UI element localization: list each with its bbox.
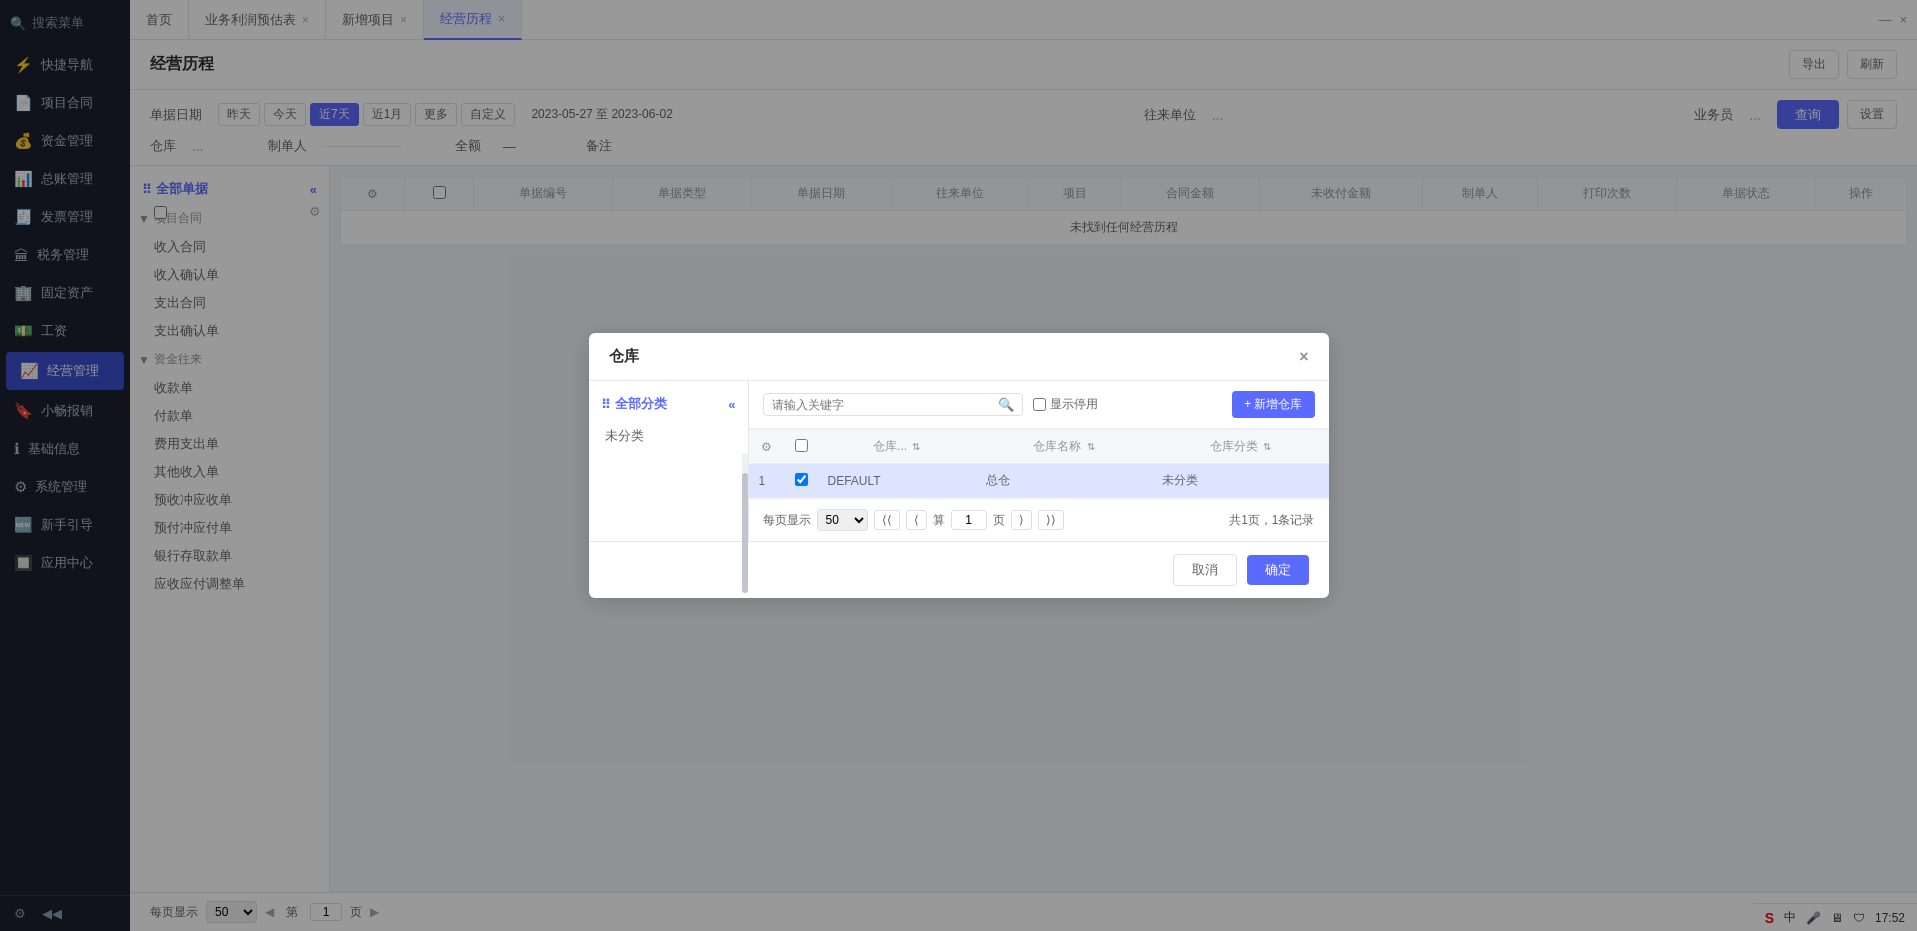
show-disabled-label: 显示停用 bbox=[1033, 396, 1098, 413]
row-category: 未分类 bbox=[1152, 464, 1328, 498]
confirm-button[interactable]: 确定 bbox=[1247, 555, 1309, 585]
modal-left-panel: ⠿ 全部分类 « 未分类 bbox=[589, 381, 749, 541]
modal-select-all[interactable] bbox=[795, 439, 808, 452]
modal-per-page-select[interactable]: 50 100 bbox=[817, 509, 868, 531]
modal-left-scrollbar-track[interactable] bbox=[742, 453, 748, 533]
modal-page-number-label: 算 bbox=[933, 512, 945, 529]
modal-pagination-summary: 共1页，1条记录 bbox=[1229, 512, 1314, 529]
modal-search-input[interactable] bbox=[772, 398, 998, 412]
modal-col-name[interactable]: 仓库名称 ⇅ bbox=[976, 430, 1152, 464]
modal-right-panel: 🔍 显示停用 + 新增仓库 ⚙ bbox=[749, 381, 1329, 541]
show-disabled-checkbox[interactable] bbox=[1033, 398, 1046, 411]
row-checkbox[interactable] bbox=[795, 473, 808, 486]
sort-category-icon: ⇅ bbox=[1263, 441, 1271, 452]
row-checkbox-cell bbox=[785, 464, 818, 498]
modal-footer: 取消 确定 bbox=[589, 541, 1329, 598]
modal-prev-page-btn[interactable]: ⟨ bbox=[906, 510, 927, 530]
sort-name-icon: ⇅ bbox=[1087, 441, 1095, 452]
modal-table: ⚙ 仓库... ⇅ 仓库名称 ⇅ bbox=[749, 429, 1329, 498]
warehouse-modal: 仓库 × ⠿ 全部分类 « 未分类 bbox=[589, 333, 1329, 598]
show-disabled-text: 显示停用 bbox=[1050, 396, 1098, 413]
modal-overlay: 仓库 × ⠿ 全部分类 « 未分类 bbox=[0, 0, 1917, 931]
row-name: 总仓 bbox=[976, 464, 1152, 498]
modal-left-collapse-icon[interactable]: « bbox=[728, 397, 735, 412]
modal-header: 仓库 × bbox=[589, 333, 1329, 381]
modal-first-page-btn[interactable]: ⟨⟨ bbox=[874, 510, 900, 530]
modal-page-input[interactable] bbox=[951, 510, 987, 530]
modal-category-label: 未分类 bbox=[605, 428, 644, 443]
modal-pagination: 每页显示 50 100 ⟨⟨ ⟨ 算 页 ⟩ ⟩⟩ 共1页，1条记录 bbox=[749, 498, 1329, 541]
sort-code-icon: ⇅ bbox=[912, 441, 920, 452]
row-code: DEFAULT bbox=[818, 464, 976, 498]
modal-per-page-label: 每页显示 bbox=[763, 512, 811, 529]
modal-page-label: 页 bbox=[993, 512, 1005, 529]
modal-col-checkbox bbox=[785, 430, 818, 464]
modal-search-wrap: 🔍 bbox=[763, 393, 1023, 416]
modal-next-page-btn[interactable]: ⟩ bbox=[1011, 510, 1032, 530]
modal-col-code[interactable]: 仓库... ⇅ bbox=[818, 430, 976, 464]
modal-last-page-btn[interactable]: ⟩⟩ bbox=[1038, 510, 1064, 530]
row-index: 1 bbox=[749, 464, 785, 498]
modal-left-title: 全部分类 bbox=[615, 395, 667, 413]
modal-title: 仓库 bbox=[609, 347, 639, 366]
cancel-button[interactable]: 取消 bbox=[1173, 554, 1237, 586]
modal-col-category[interactable]: 仓库分类 ⇅ bbox=[1152, 430, 1328, 464]
modal-col-settings: ⚙ bbox=[749, 430, 785, 464]
search-icon: 🔍 bbox=[998, 397, 1014, 412]
modal-table-wrap: ⚙ 仓库... ⇅ 仓库名称 ⇅ bbox=[749, 429, 1329, 498]
add-warehouse-button[interactable]: + 新增仓库 bbox=[1232, 391, 1314, 418]
modal-table-header: ⚙ 仓库... ⇅ 仓库名称 ⇅ bbox=[749, 430, 1329, 464]
table-row[interactable]: 1 DEFAULT 总仓 未分类 bbox=[749, 464, 1329, 498]
modal-toolbar: 🔍 显示停用 + 新增仓库 bbox=[749, 381, 1329, 429]
modal-left-grid-icon: ⠿ bbox=[601, 397, 611, 412]
modal-left-scrollbar-thumb[interactable] bbox=[742, 473, 748, 593]
modal-body: ⠿ 全部分类 « 未分类 bbox=[589, 381, 1329, 541]
modal-category-unclassified[interactable]: 未分类 bbox=[589, 419, 748, 453]
modal-close-button[interactable]: × bbox=[1299, 348, 1308, 366]
modal-left-header: ⠿ 全部分类 « bbox=[589, 389, 748, 419]
